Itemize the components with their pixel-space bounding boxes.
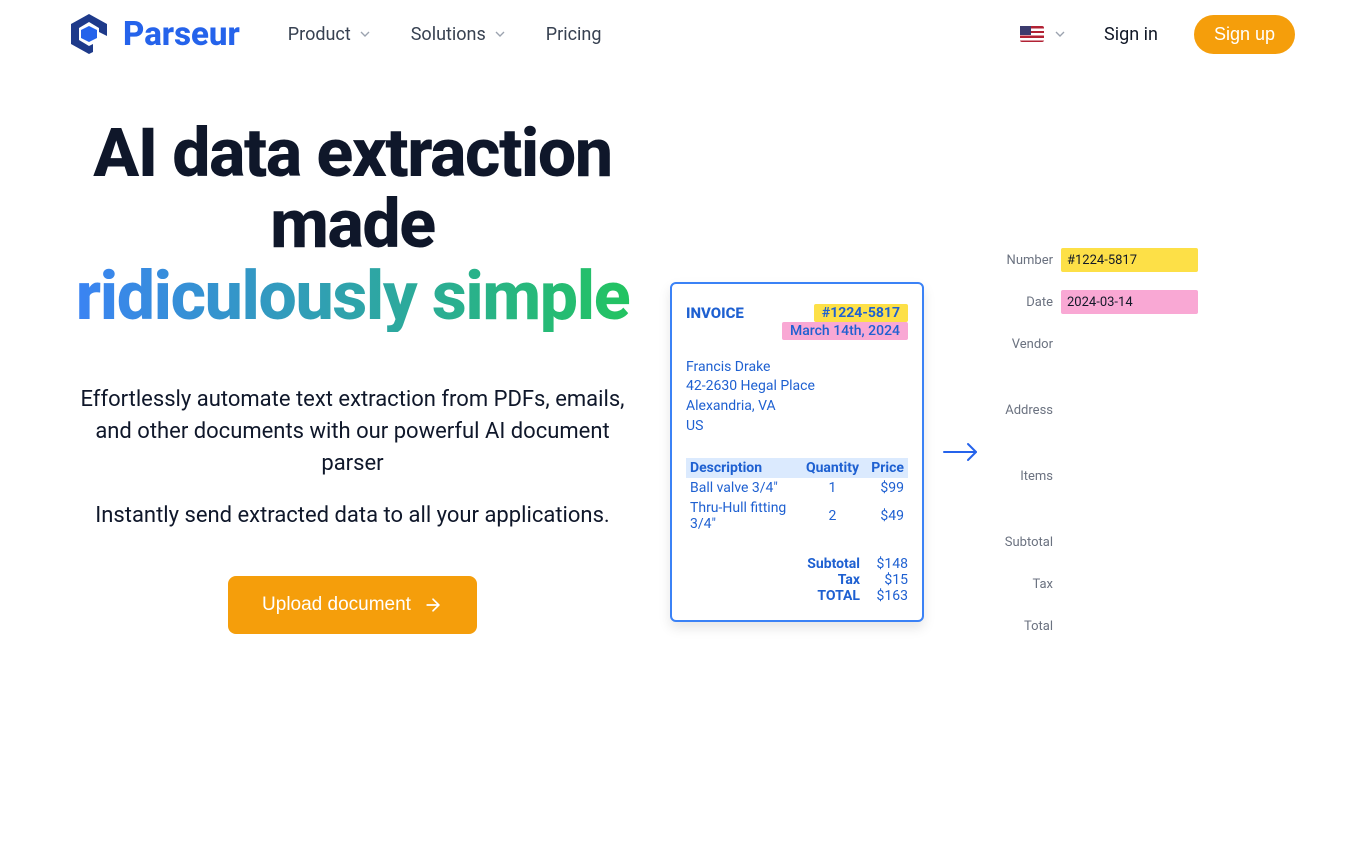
th-quantity: Quantity [802, 458, 863, 478]
upload-button-label: Upload document [262, 594, 411, 616]
invoice-totals: Subtotal $148 Tax $15 TOTAL $163 [686, 556, 908, 604]
vendor-country: US [686, 417, 908, 437]
logo-link[interactable]: Parseur [65, 10, 240, 58]
page-header: Parseur Product Solutions Pricing Sign i… [0, 0, 1360, 68]
field-number-label: Number [998, 253, 1053, 268]
logo-text: Parseur [123, 15, 240, 54]
arrow-right-icon [942, 440, 980, 464]
subtotal-value: $148 [870, 556, 908, 572]
nav-product[interactable]: Product [288, 24, 373, 45]
vendor-addr1: 42-2630 Hegal Place [686, 377, 908, 397]
vendor-name: Francis Drake [686, 358, 908, 378]
field-tax-value [1061, 572, 1198, 596]
upload-document-button[interactable]: Upload document [228, 576, 477, 634]
field-total-label: Total [998, 619, 1053, 634]
hero-sub1: Effortlessly automate text extraction fr… [65, 384, 640, 480]
field-total-value [1061, 614, 1198, 638]
hero-sub2: Instantly send extracted data to all you… [65, 500, 640, 532]
field-vendor-value [1061, 332, 1198, 356]
extracted-fields: Number #1224-5817 Date 2024-03-14 Vendor… [998, 248, 1198, 656]
cell-desc: Thru-Hull fitting 3/4" [686, 498, 802, 534]
nav-solutions-label: Solutions [411, 24, 486, 45]
hero-title-line2: ridiculously simple [65, 261, 640, 332]
field-items-label: Items [998, 469, 1053, 484]
field-number-value: #1224-5817 [1061, 248, 1198, 272]
cell-qty: 1 [802, 478, 863, 498]
total-label: TOTAL [805, 588, 860, 604]
field-items-value [1061, 464, 1198, 488]
hero-title-line1: AI data extraction made [65, 118, 640, 261]
nav-pricing-label: Pricing [546, 24, 602, 45]
field-address-label: Address [998, 403, 1053, 418]
chevron-down-icon [1052, 26, 1068, 42]
signin-link[interactable]: Sign in [1104, 24, 1158, 45]
cell-qty: 2 [802, 498, 863, 534]
language-switcher[interactable] [1020, 26, 1068, 42]
invoice-card: INVOICE #1224-5817 March 14th, 2024 Fran… [670, 282, 924, 622]
invoice-vendor-block: Francis Drake 42-2630 Hegal Place Alexan… [686, 358, 908, 436]
nav-pricing[interactable]: Pricing [546, 24, 602, 45]
signup-button[interactable]: Sign up [1194, 15, 1295, 54]
field-vendor-label: Vendor [998, 337, 1053, 352]
field-subtotal-label: Subtotal [998, 535, 1053, 550]
tax-label: Tax [805, 572, 860, 588]
table-row: Ball valve 3/4" 1 $99 [686, 478, 908, 498]
chevron-down-icon [492, 26, 508, 42]
th-price: Price [863, 458, 908, 478]
hero-title: AI data extraction made ridiculously sim… [65, 118, 640, 332]
table-row: Thru-Hull fitting 3/4" 2 $49 [686, 498, 908, 534]
field-subtotal-value [1061, 530, 1198, 554]
field-tax-label: Tax [998, 577, 1053, 592]
vendor-addr2: Alexandria, VA [686, 397, 908, 417]
flag-us-icon [1020, 26, 1044, 42]
invoice-number-chip: #1224-5817 [814, 304, 908, 322]
hero-section: AI data extraction made ridiculously sim… [0, 68, 1360, 656]
chevron-down-icon [357, 26, 373, 42]
invoice-title: INVOICE [686, 304, 744, 322]
tax-value: $15 [870, 572, 908, 588]
primary-nav: Product Solutions Pricing [288, 24, 602, 45]
header-right: Sign in Sign up [1020, 15, 1295, 54]
cell-desc: Ball valve 3/4" [686, 478, 802, 498]
field-date-value: 2024-03-14 [1061, 290, 1198, 314]
field-date-label: Date [998, 295, 1053, 310]
invoice-date-chip: March 14th, 2024 [782, 322, 908, 340]
total-value: $163 [870, 588, 908, 604]
field-address-value [1061, 398, 1198, 422]
hero-illustration: INVOICE #1224-5817 March 14th, 2024 Fran… [670, 118, 1295, 656]
nav-product-label: Product [288, 24, 351, 45]
invoice-items-table: Description Quantity Price Ball valve 3/… [686, 458, 908, 534]
subtotal-label: Subtotal [805, 556, 860, 572]
hero-copy: AI data extraction made ridiculously sim… [65, 118, 640, 656]
th-description: Description [686, 458, 802, 478]
logo-icon [65, 10, 113, 58]
cell-price: $99 [863, 478, 908, 498]
arrow-right-icon [423, 595, 443, 615]
cell-price: $49 [863, 498, 908, 534]
nav-solutions[interactable]: Solutions [411, 24, 508, 45]
